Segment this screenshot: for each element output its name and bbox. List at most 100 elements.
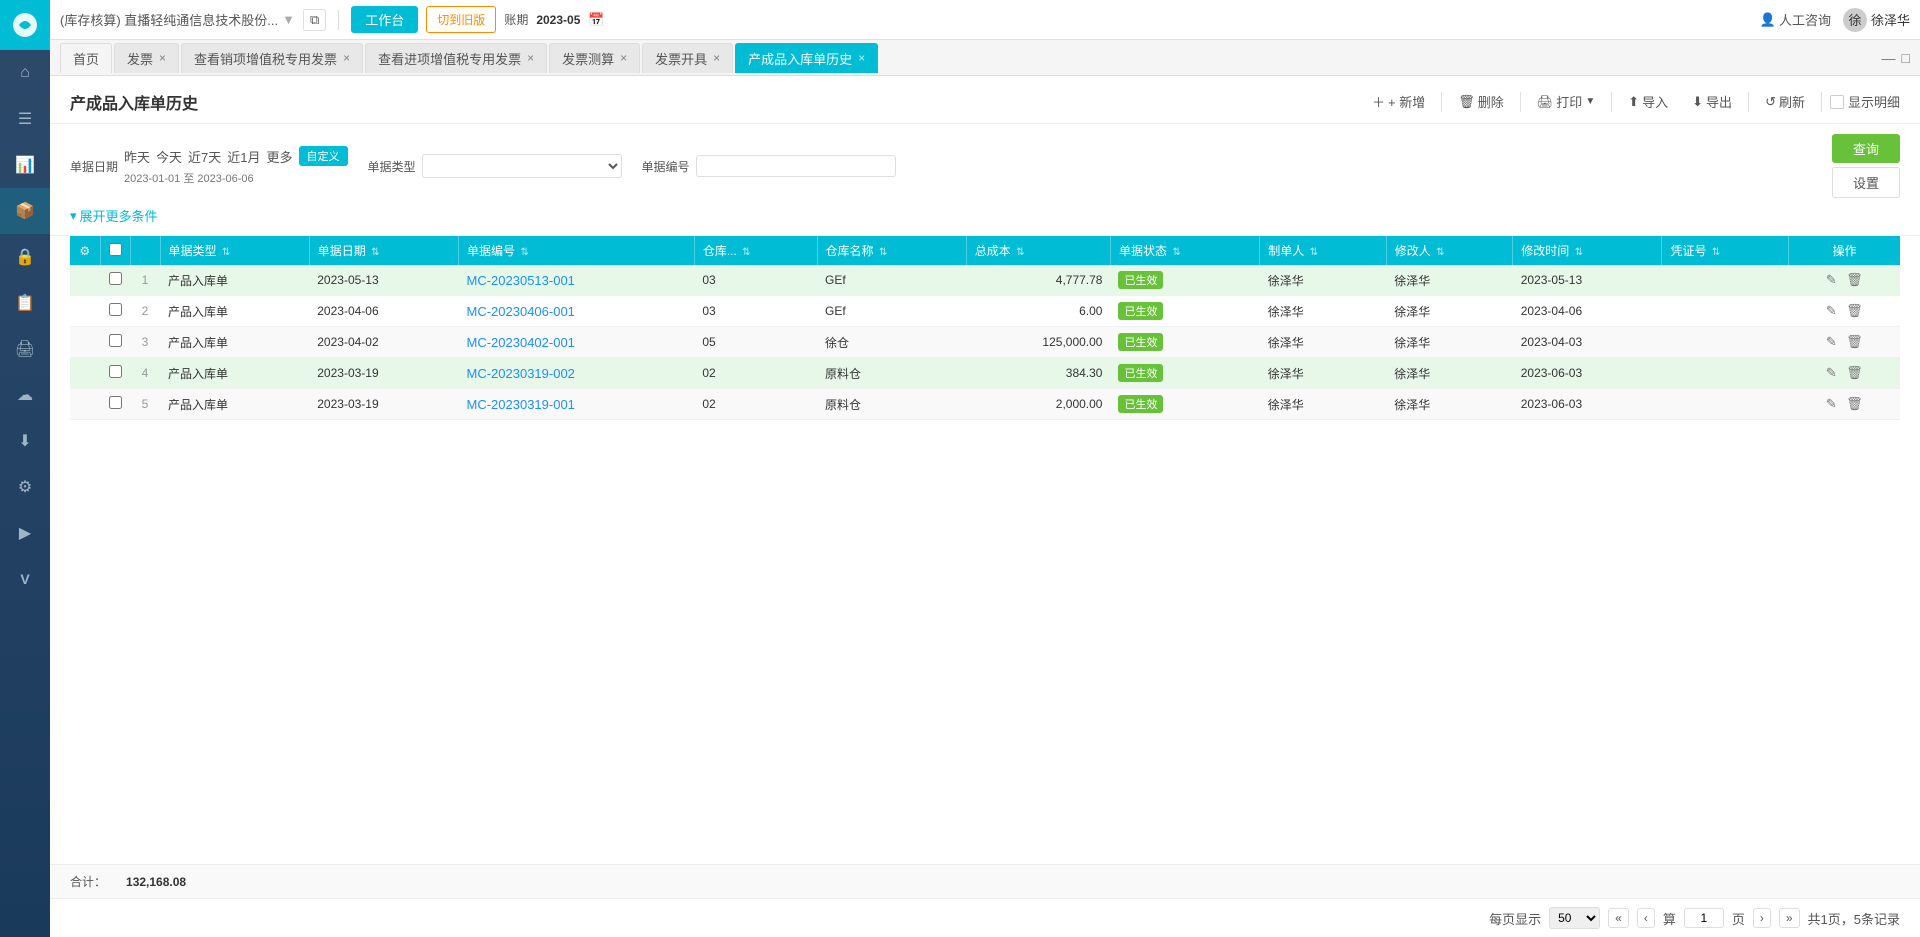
- row-doc-number[interactable]: MC-20230319-001: [459, 389, 695, 420]
- row-checkbox-cell[interactable]: [100, 265, 130, 296]
- type-col-header[interactable]: 单据类型 ⇅: [160, 236, 309, 265]
- tab-product-history-close[interactable]: ×: [858, 51, 865, 65]
- query-button[interactable]: 查询: [1832, 134, 1900, 163]
- modify-time-col-header[interactable]: 修改时间 ⇅: [1513, 236, 1662, 265]
- sidebar-item-v[interactable]: V: [0, 556, 50, 602]
- date-today[interactable]: 今天: [156, 147, 182, 166]
- row-checkbox[interactable]: [109, 303, 122, 316]
- creator-col-header[interactable]: 制单人 ⇅: [1260, 236, 1387, 265]
- date-col-header[interactable]: 单据日期 ⇅: [309, 236, 458, 265]
- status-col-header[interactable]: 单据状态 ⇅: [1110, 236, 1259, 265]
- row-checkbox[interactable]: [109, 365, 122, 378]
- tab-product-history[interactable]: 产成品入库单历史 ×: [735, 43, 878, 73]
- row-delete-button[interactable]: 🗑: [1843, 396, 1866, 412]
- row-doc-number[interactable]: MC-20230402-001: [459, 327, 695, 358]
- set-button[interactable]: 设置: [1832, 167, 1900, 198]
- user-menu[interactable]: 徐 徐泽华: [1843, 8, 1910, 32]
- print-button[interactable]: 🖨 打印 ▼: [1529, 88, 1603, 115]
- row-edit-button[interactable]: ✎: [1823, 365, 1840, 381]
- sidebar-item-stamp[interactable]: 🖨: [0, 326, 50, 372]
- row-checkbox[interactable]: [109, 396, 122, 409]
- sidebar-item-chart[interactable]: 📊: [0, 142, 50, 188]
- sidebar-item-gear2[interactable]: ⚙: [0, 464, 50, 510]
- new-button[interactable]: ＋ + 新增: [1364, 88, 1433, 115]
- tab-invoice[interactable]: 发票 ×: [114, 43, 179, 73]
- tab-check-purchase-vat[interactable]: 查看进项增值税专用发票 ×: [365, 43, 547, 73]
- select-all-checkbox[interactable]: [109, 243, 122, 256]
- chevron-down-icon[interactable]: ▼: [282, 12, 295, 27]
- row-checkbox-cell[interactable]: [100, 296, 130, 327]
- doc-number-link[interactable]: MC-20230406-001: [467, 304, 575, 319]
- export-button[interactable]: ⬇ 导出: [1684, 88, 1740, 115]
- show-detail-toggle[interactable]: 显示明细: [1830, 92, 1900, 111]
- doc-number-link[interactable]: MC-20230319-001: [467, 397, 575, 412]
- warehouse-name-col-header[interactable]: 仓库名称 ⇅: [817, 236, 966, 265]
- row-checkbox[interactable]: [109, 334, 122, 347]
- row-checkbox[interactable]: [109, 272, 122, 285]
- date-more[interactable]: 更多: [267, 147, 293, 166]
- row-doc-number[interactable]: MC-20230406-001: [459, 296, 695, 327]
- help-button[interactable]: 👤 人工咨询: [1760, 10, 1831, 29]
- row-edit-button[interactable]: ✎: [1823, 396, 1840, 412]
- sidebar-item-play[interactable]: ▶: [0, 510, 50, 556]
- voucher-col-header[interactable]: 凭证号 ⇅: [1662, 236, 1789, 265]
- switch-old-button[interactable]: 切到旧版: [426, 6, 496, 33]
- row-delete-button[interactable]: 🗑: [1843, 334, 1866, 350]
- type-select[interactable]: [422, 154, 622, 178]
- copy-button[interactable]: ⧉: [303, 9, 326, 31]
- settings-col-header[interactable]: ⚙: [70, 236, 100, 265]
- sidebar-item-doc[interactable]: ☰: [0, 96, 50, 142]
- tab-minimize-button[interactable]: —: [1882, 50, 1896, 66]
- date-1month[interactable]: 近1月: [227, 147, 260, 166]
- row-edit-button[interactable]: ✎: [1823, 334, 1840, 350]
- warehouse-code-col-header[interactable]: 仓库... ⇅: [694, 236, 817, 265]
- row-checkbox-cell[interactable]: [100, 327, 130, 358]
- prev-page-button[interactable]: ‹: [1637, 908, 1655, 928]
- number-input[interactable]: [696, 155, 896, 177]
- doc-number-link[interactable]: MC-20230319-002: [467, 366, 575, 381]
- sidebar-item-lock[interactable]: 🔒: [0, 234, 50, 280]
- show-detail-checkbox[interactable]: [1830, 95, 1844, 109]
- expand-conditions-button[interactable]: ▾ 展开更多条件: [70, 206, 158, 225]
- page-size-select[interactable]: 50 20 100: [1549, 907, 1600, 929]
- date-custom-button[interactable]: 自定义: [299, 146, 348, 166]
- row-doc-number[interactable]: MC-20230319-002: [459, 358, 695, 389]
- tab-invoice-calc-close[interactable]: ×: [620, 51, 627, 65]
- tab-purchase-vat-close[interactable]: ×: [527, 51, 534, 65]
- workbench-button[interactable]: 工作台: [351, 6, 418, 33]
- row-edit-button[interactable]: ✎: [1823, 272, 1840, 288]
- tab-invoice-close[interactable]: ×: [159, 51, 166, 65]
- tab-invoice-open[interactable]: 发票开具 ×: [642, 43, 733, 73]
- sidebar-item-inventory[interactable]: 📦: [0, 188, 50, 234]
- date-7days[interactable]: 近7天: [188, 147, 221, 166]
- doc-number-link[interactable]: MC-20230513-001: [467, 273, 575, 288]
- app-logo[interactable]: [0, 0, 50, 50]
- sidebar-item-report[interactable]: 📋: [0, 280, 50, 326]
- tab-home[interactable]: 首页: [60, 43, 112, 73]
- tab-invoice-calc[interactable]: 发票测算 ×: [549, 43, 640, 73]
- row-edit-button[interactable]: ✎: [1823, 303, 1840, 319]
- tab-check-sales-vat[interactable]: 查看销项增值税专用发票 ×: [181, 43, 363, 73]
- calendar-icon[interactable]: 📅: [588, 12, 604, 28]
- row-delete-button[interactable]: 🗑: [1843, 303, 1866, 319]
- sidebar-item-home[interactable]: ⌂: [0, 50, 50, 96]
- first-page-button[interactable]: «: [1608, 908, 1629, 928]
- delete-button[interactable]: 🗑 删除: [1450, 88, 1512, 115]
- row-delete-button[interactable]: 🗑: [1843, 365, 1866, 381]
- row-delete-button[interactable]: 🗑: [1843, 272, 1866, 288]
- doc-number-link[interactable]: MC-20230402-001: [467, 335, 575, 350]
- row-doc-number[interactable]: MC-20230513-001: [459, 265, 695, 296]
- import-button[interactable]: ⬆ 导入: [1620, 88, 1676, 115]
- sidebar-item-cloud[interactable]: ☁: [0, 372, 50, 418]
- date-yesterday[interactable]: 昨天: [124, 147, 150, 166]
- checkbox-col-header[interactable]: [100, 236, 130, 265]
- modifier-col-header[interactable]: 修改人 ⇅: [1386, 236, 1513, 265]
- next-page-button[interactable]: ›: [1753, 908, 1771, 928]
- number-col-header[interactable]: 单据编号 ⇅: [459, 236, 695, 265]
- total-cost-col-header[interactable]: 总成本 ⇅: [966, 236, 1110, 265]
- last-page-button[interactable]: »: [1779, 908, 1800, 928]
- row-checkbox-cell[interactable]: [100, 358, 130, 389]
- refresh-button[interactable]: ↺ 刷新: [1757, 88, 1813, 115]
- page-input[interactable]: [1684, 908, 1724, 928]
- tab-sales-vat-close[interactable]: ×: [343, 51, 350, 65]
